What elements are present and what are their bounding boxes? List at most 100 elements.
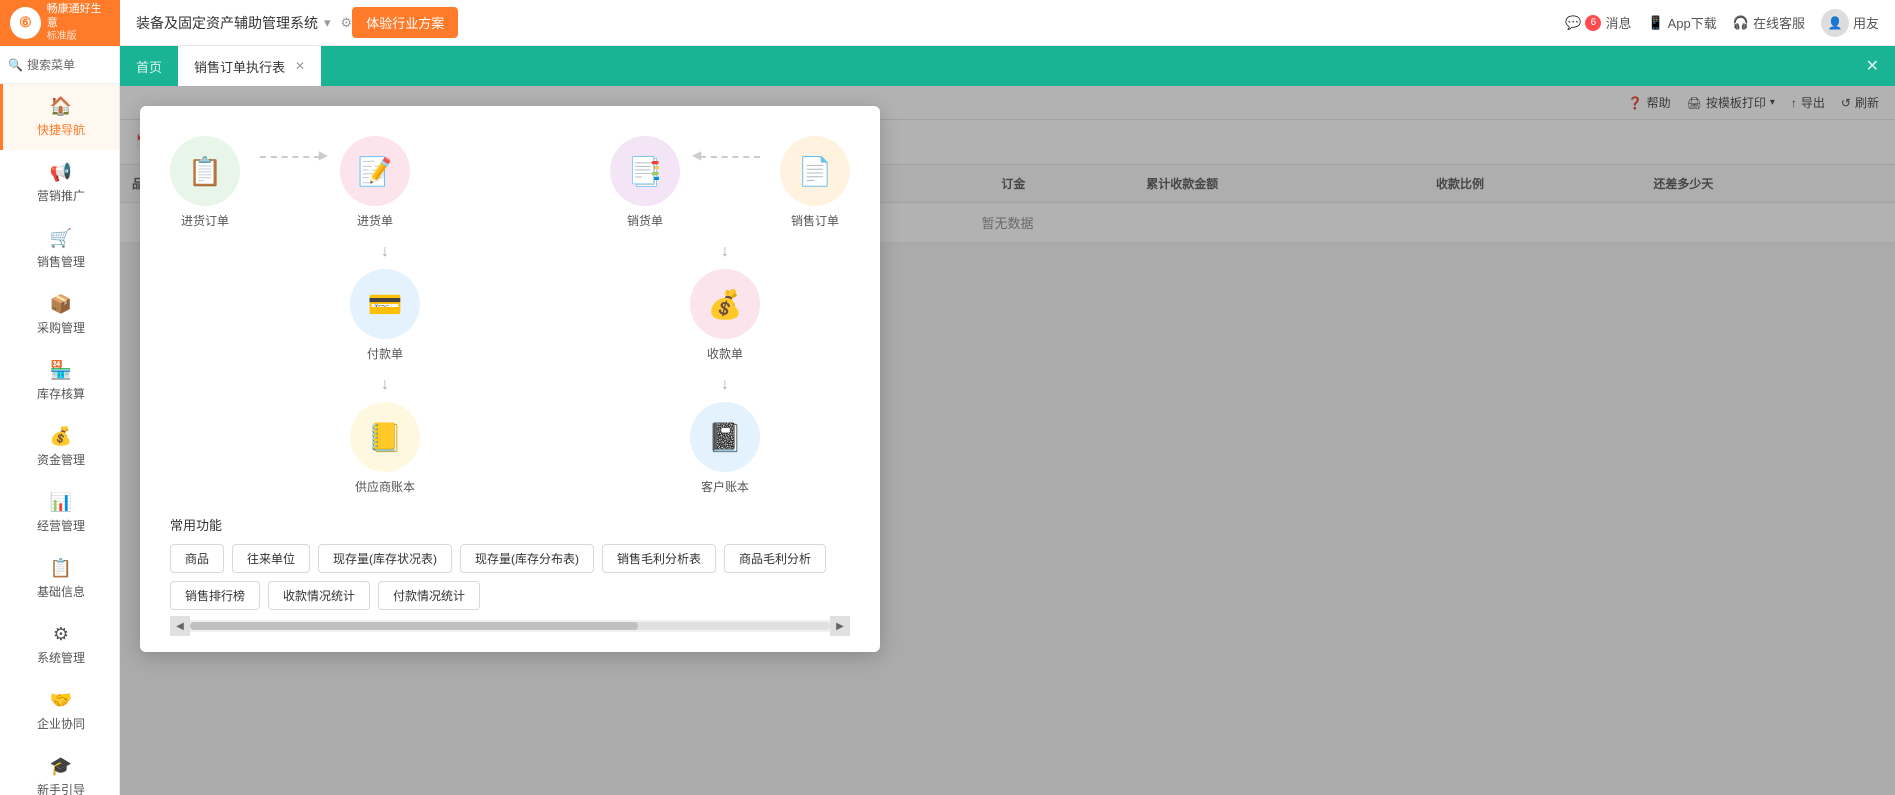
logo-icon: ⑥ [10,7,41,39]
func-btn-partners[interactable]: 往来单位 [232,544,310,573]
arrow-down-payment: ↓ [381,243,389,261]
sales-bill-icon: 📑 [610,136,680,206]
scroll-left-btn[interactable]: ◀ [170,616,190,636]
sales-icon: 🛒 [50,228,72,249]
flow-item-sales-order[interactable]: 📄 销售订单 [780,136,850,229]
phone-icon: 📱 [1647,15,1663,31]
app-download-item[interactable]: 📱 App下载 [1647,13,1716,32]
func-btn-stock-status[interactable]: 现存量(库存状况表) [318,544,452,573]
flow-row-middle: ↓ 💳 付款单 ↓ [170,239,850,362]
flow-item-sales-bill[interactable]: 📑 销货单 [610,136,680,229]
popup-box: 📋 进货订单 📝 进货单 [140,106,880,652]
sidebar: 🔍 搜索菜单 🏠 快捷导航 📢 营销推广 🛒 销售管理 📦 采购管理 🏪 库存核… [0,46,120,795]
arrow-down-customer: ↓ [721,376,729,394]
scrollbar-thumb[interactable] [190,622,638,630]
sales-order-label: 销售订单 [791,212,839,229]
payment-label: 付款单 [367,345,403,362]
func-btn-sales-rank[interactable]: 销售排行榜 [170,581,260,610]
func-buttons-row2: 销售排行榜 收款情况统计 付款情况统计 [170,581,850,610]
sidebar-item-inventory[interactable]: 🏪 库存核算 [0,348,119,414]
flow-item-receipt[interactable]: 💰 收款单 [690,269,760,362]
message-badge: 6 [1585,15,1601,31]
headset-icon: 🎧 [1733,15,1749,31]
experience-btn[interactable]: 体验行业方案 [352,7,458,38]
scroll-right-btn[interactable]: ▶ [830,616,850,636]
page-content: ❓ 帮助 🖨 按模板打印 ▾ ↑ 导出 ↺ 刷新 [120,86,1895,795]
payment-icon: 💳 [350,269,420,339]
tab-sales-order-exec[interactable]: 销售订单执行表 ✕ [178,46,321,86]
supplier-ledger-label: 供应商账本 [355,478,415,495]
tab-bar: 首页 销售订单执行表 ✕ ✕ [120,46,1895,86]
sales-order-icon: 📄 [780,136,850,206]
flow-item-supplier-ledger[interactable]: 📒 供应商账本 [350,402,420,495]
top-header: ⑥ 畅康通好生意 标准版 装备及固定资产辅助管理系统 ▾ ⚙ 体验行业方案 💬 … [0,0,1895,46]
sidebar-item-quick-nav[interactable]: 🏠 快捷导航 [0,84,119,150]
sidebar-item-newbie[interactable]: 🎓 新手引导 [0,744,119,795]
receipt-label: 收款单 [707,345,743,362]
search-icon: 🔍 [8,58,23,72]
func-btn-payment-stats[interactable]: 付款情况统计 [378,581,480,610]
system-title-area: 装备及固定资产辅助管理系统 ▾ ⚙ [136,13,352,33]
scrollbar-track[interactable] [190,622,830,630]
logo-text: 畅康通好生意 标准版 [47,2,110,44]
settings-icon[interactable]: ⚙ [341,15,353,31]
inventory-icon: 🏪 [50,360,72,381]
purchase-order-icon: 📋 [170,136,240,206]
popup-overlay: 📋 进货订单 📝 进货单 [120,86,1895,795]
func-btn-goods-profit[interactable]: 商品毛利分析 [724,544,826,573]
flow-group-customer-ledger: ↓ 📓 客户账本 [690,372,760,495]
customer-ledger-icon: 📓 [690,402,760,472]
sidebar-item-finance[interactable]: 💰 资金管理 [0,414,119,480]
newbie-icon: 🎓 [50,756,72,777]
message-item[interactable]: 💬 6 消息 [1565,13,1631,32]
flow-item-purchase-order[interactable]: 📋 进货订单 [170,136,240,229]
flow-item-customer-ledger[interactable]: 📓 客户账本 [690,402,760,495]
online-service-item[interactable]: 🎧 在线客服 [1733,13,1805,32]
user-avatar: 👤 [1821,9,1849,37]
purchase-order-label: 进货订单 [181,212,229,229]
marketing-icon: 📢 [50,162,72,183]
sidebar-item-marketing[interactable]: 📢 营销推广 [0,150,119,216]
arrow-down-receipt: ↓ [721,243,729,261]
enterprise-icon: 🤝 [50,690,72,711]
flow-item-purchase-bill[interactable]: 📝 进货单 [340,136,410,229]
sidebar-search[interactable]: 🔍 搜索菜单 [0,46,119,84]
supplier-ledger-icon: 📒 [350,402,420,472]
logo-area: ⑥ 畅康通好生意 标准版 [0,0,120,46]
tab-home[interactable]: 首页 [120,46,178,86]
sidebar-item-purchase[interactable]: 📦 采购管理 [0,282,119,348]
customer-ledger-label: 客户账本 [701,478,749,495]
tab-close-btn[interactable]: ✕ [295,59,305,73]
system-title-text: 装备及固定资产辅助管理系统 [136,13,318,33]
basic-icon: 📋 [50,558,72,579]
sidebar-item-enterprise[interactable]: 🤝 企业协同 [0,678,119,744]
close-all-btn[interactable]: ✕ [1850,56,1895,76]
user-item[interactable]: 👤 用友 [1821,9,1879,37]
flow-group-supplier-ledger: ↓ 📒 供应商账本 [350,372,420,495]
func-btn-sales-profit[interactable]: 销售毛利分析表 [602,544,716,573]
flow-item-payment[interactable]: 💳 付款单 [350,269,420,362]
sidebar-item-system[interactable]: ⚙ 系统管理 [0,612,119,678]
message-icon: 💬 [1565,15,1581,31]
dropdown-icon[interactable]: ▾ [324,15,331,31]
func-btn-stock-dist[interactable]: 现存量(库存分布表) [460,544,594,573]
common-func-title: 常用功能 [170,515,850,534]
operation-icon: 📊 [50,492,72,513]
sidebar-item-operation[interactable]: 📊 经营管理 [0,480,119,546]
popup-scrollbar[interactable]: ◀ ▶ [170,620,850,632]
sidebar-item-basic[interactable]: 📋 基础信息 [0,546,119,612]
header-actions: 💬 6 消息 📱 App下载 🎧 在线客服 👤 用友 [1565,9,1879,37]
receipt-icon: 💰 [690,269,760,339]
func-btn-goods[interactable]: 商品 [170,544,224,573]
purchase-bill-label: 进货单 [357,212,393,229]
arrow-down-supplier: ↓ [381,376,389,394]
purchase-bill-icon: 📝 [340,136,410,206]
func-btn-receipt-stats[interactable]: 收款情况统计 [268,581,370,610]
flow-group-receipt: ↓ 💰 收款单 [690,239,760,362]
sales-bill-label: 销货单 [627,212,663,229]
flow-row-bottom: ↓ 📒 供应商账本 ↓ [170,372,850,495]
quick-nav-icon: 🏠 [50,96,72,117]
arrow-so-to-sb [690,156,770,158]
flow-row-top: 📋 进货订单 📝 进货单 [170,136,850,229]
sidebar-item-sales[interactable]: 🛒 销售管理 [0,216,119,282]
